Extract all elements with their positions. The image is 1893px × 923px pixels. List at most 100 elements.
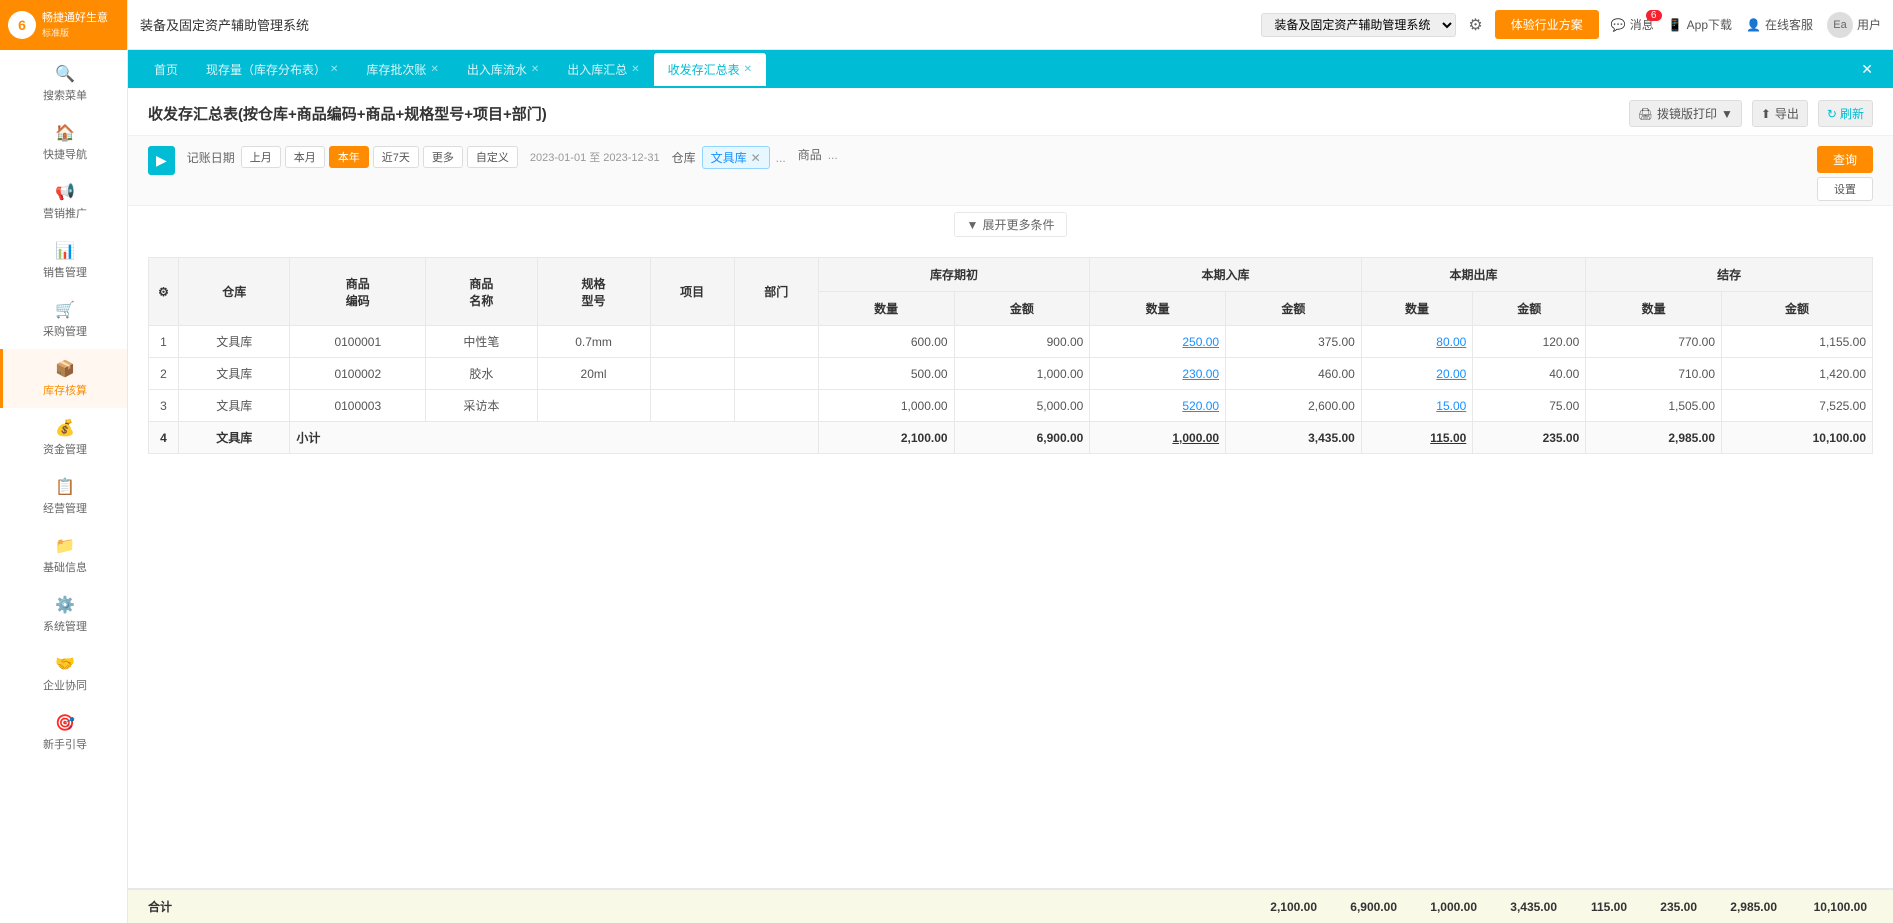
warehouse-tag-text: 文具库 xyxy=(711,149,747,166)
print-icon: 🖨 xyxy=(1638,107,1653,121)
date-btn-本年[interactable]: 本年 xyxy=(329,146,369,168)
tab-home-label: 首页 xyxy=(154,61,178,78)
refresh-btn[interactable]: ↻ 刷新 xyxy=(1818,100,1873,127)
export-btn[interactable]: ⬆ 导出 xyxy=(1752,100,1808,127)
message-badge: 6 xyxy=(1646,10,1662,21)
sidebar-item-enterprise[interactable]: 🤝 企业协同 xyxy=(0,644,127,703)
date-btn-更多[interactable]: 更多 xyxy=(423,146,463,168)
phone-icon: 📱 xyxy=(1668,18,1683,32)
sidebar-item-newbie[interactable]: 🎯 新手引导 xyxy=(0,703,127,762)
tab-stock-dist-label: 现存量（库存分布表） xyxy=(206,61,326,78)
query-btn[interactable]: 查询 xyxy=(1817,146,1873,173)
system-select[interactable]: 装备及固定资产辅助管理系统 xyxy=(1261,13,1456,37)
tab-recv-summary-close[interactable]: ✕ xyxy=(744,64,752,75)
message-item[interactable]: 💬 消息 6 xyxy=(1611,16,1654,33)
sidebar-item-inventory[interactable]: 📦 库存核算 xyxy=(0,349,127,408)
topbar: 装备及固定资产辅助管理系统 装备及固定资产辅助管理系统 ⚙ 体验行业方案 💬 消… xyxy=(128,0,1893,50)
logo-title: 畅捷通好生意 xyxy=(42,11,108,25)
sidebar-nav: 🔍 搜索菜单 🏠 快捷导航 📢 营销推广 📊 销售管理 🛒 采购管理 📦 库存核… xyxy=(0,50,127,923)
basic-label: 基础信息 xyxy=(43,559,87,575)
row-project xyxy=(650,326,734,358)
print-btn[interactable]: 🖨 拨镜版打印 ▼ xyxy=(1629,100,1742,127)
subtotal-closing-amt: 10,100.00 xyxy=(1722,422,1873,454)
setting-icon[interactable]: ⚙ xyxy=(1468,15,1482,35)
tabbar-close-icon[interactable]: ✕ xyxy=(1853,61,1881,78)
row-department xyxy=(734,358,818,390)
warehouse-tag-close[interactable]: ✕ xyxy=(751,151,761,165)
user-label: 用户 xyxy=(1857,16,1881,33)
date-btn-上月[interactable]: 上月 xyxy=(241,146,281,168)
sidebar-item-sales[interactable]: 📊 销售管理 xyxy=(0,231,127,290)
footer-label: 合计 xyxy=(148,898,428,915)
tabbar: 首页现存量（库存分布表）✕库存批次账✕出入库流水✕出入库汇总✕收发存汇总表✕✕ xyxy=(128,50,1893,88)
header-actions: 🖨 拨镜版打印 ▼ ⬆ 导出 ↻ 刷新 xyxy=(1629,100,1873,127)
sidebar-item-basic[interactable]: 📁 基础信息 xyxy=(0,526,127,585)
sidebar-item-purchase[interactable]: 🛒 采购管理 xyxy=(0,290,127,349)
warehouse-filter-label: 仓库 xyxy=(672,149,696,166)
sidebar-item-marketing[interactable]: 📢 营销推广 xyxy=(0,172,127,231)
tab-inout-flow-label: 出入库流水 xyxy=(467,61,527,78)
goods-filter-group: 商品 ... xyxy=(798,146,838,163)
row-goods-code: 0100003 xyxy=(290,390,426,422)
date-btn-自定义[interactable]: 自定义 xyxy=(467,146,518,168)
row-in-qty[interactable]: 230.00 xyxy=(1090,358,1226,390)
row-warehouse: 文具库 xyxy=(179,358,290,390)
tab-batch-close[interactable]: ✕ xyxy=(430,64,438,75)
settings-th[interactable]: ⚙ xyxy=(149,258,179,326)
tab-inout-flow[interactable]: 出入库流水 ✕ xyxy=(453,53,553,86)
row-out-qty[interactable]: 15.00 xyxy=(1361,390,1472,422)
row-in-qty[interactable]: 250.00 xyxy=(1090,326,1226,358)
newbie-icon: 🎯 xyxy=(55,713,75,733)
experience-btn[interactable]: 体验行业方案 xyxy=(1495,10,1599,39)
user-item[interactable]: Ea 用户 xyxy=(1827,12,1881,38)
row-out-qty[interactable]: 80.00 xyxy=(1361,326,1472,358)
row-opening-qty: 1,000.00 xyxy=(818,390,954,422)
sidebar-item-system[interactable]: ⚙️ 系统管理 xyxy=(0,585,127,644)
row-project xyxy=(650,390,734,422)
subtotal-opening-qty: 2,100.00 xyxy=(818,422,954,454)
row-in-qty[interactable]: 520.00 xyxy=(1090,390,1226,422)
subtotal-out-qty[interactable]: 115.00 xyxy=(1361,422,1472,454)
row-project xyxy=(650,358,734,390)
sidebar-item-search[interactable]: 🔍 搜索菜单 xyxy=(0,54,127,113)
filter-toggle-btn[interactable]: ▶ xyxy=(148,146,175,175)
tab-inout-summary[interactable]: 出入库汇总✕ xyxy=(553,53,653,86)
tab-home[interactable]: 首页 xyxy=(140,53,192,86)
tab-batch[interactable]: 库存批次账✕ xyxy=(352,53,452,86)
tab-inout-summary-close[interactable]: ✕ xyxy=(631,64,639,75)
table-row: 2 文具库 0100002 胶水 20ml 500.00 1,000.00 23… xyxy=(149,358,1873,390)
sidebar-item-quick[interactable]: 🏠 快捷导航 xyxy=(0,113,127,172)
purchase-label: 采购管理 xyxy=(43,323,87,339)
date-btn-近7天[interactable]: 近7天 xyxy=(373,146,419,168)
subtotal-row: 4 文具库 小计 2,100.00 6,900.00 1,000.00 3,43… xyxy=(149,422,1873,454)
refresh-label: 刷新 xyxy=(1840,105,1864,122)
th-out-amt: 金额 xyxy=(1473,292,1586,326)
row-opening-amt: 1,000.00 xyxy=(954,358,1090,390)
goods-more-btn[interactable]: ... xyxy=(828,148,838,162)
online-service-label: 在线客服 xyxy=(1765,16,1813,33)
warehouse-more-btn[interactable]: ... xyxy=(776,151,786,165)
row-warehouse: 文具库 xyxy=(179,390,290,422)
online-service-item[interactable]: 👤 在线客服 xyxy=(1746,16,1813,33)
operations-icon: 📋 xyxy=(55,477,75,497)
warehouse-tag[interactable]: 文具库 ✕ xyxy=(702,146,770,169)
filter-setting-btn[interactable]: 设置 xyxy=(1817,177,1873,201)
avatar: Ea xyxy=(1827,12,1853,38)
subtotal-in-qty[interactable]: 1,000.00 xyxy=(1090,422,1226,454)
expand-more-btn[interactable]: ▼ 展开更多条件 xyxy=(954,212,1068,237)
row-opening-qty: 600.00 xyxy=(818,326,954,358)
table-footer: 合计 2,100.00 6,900.00 1,000.00 3,435.00 1… xyxy=(128,888,1893,923)
filter-expand-row: ▼ 展开更多条件 xyxy=(128,206,1893,245)
tab-stock-dist-close[interactable]: ✕ xyxy=(330,64,338,75)
sidebar-item-operations[interactable]: 📋 经营管理 xyxy=(0,467,127,526)
row-out-qty[interactable]: 20.00 xyxy=(1361,358,1472,390)
app-download-item[interactable]: 📱 App下载 xyxy=(1668,16,1732,33)
sidebar-item-finance[interactable]: 💰 资金管理 xyxy=(0,408,127,467)
footer-in-qty: 1,000.00 xyxy=(1403,900,1483,914)
date-btn-本月[interactable]: 本月 xyxy=(285,146,325,168)
row-goods-code: 0100002 xyxy=(290,358,426,390)
tab-inout-flow-close[interactable]: ✕ xyxy=(531,64,539,75)
tab-recv-summary[interactable]: 收发存汇总表✕ xyxy=(654,53,766,86)
tab-stock-dist[interactable]: 现存量（库存分布表） ✕ xyxy=(192,53,352,86)
page-content: 收发存汇总表(按仓库+商品编码+商品+规格型号+项目+部门) 🖨 拨镜版打印 ▼… xyxy=(128,88,1893,888)
